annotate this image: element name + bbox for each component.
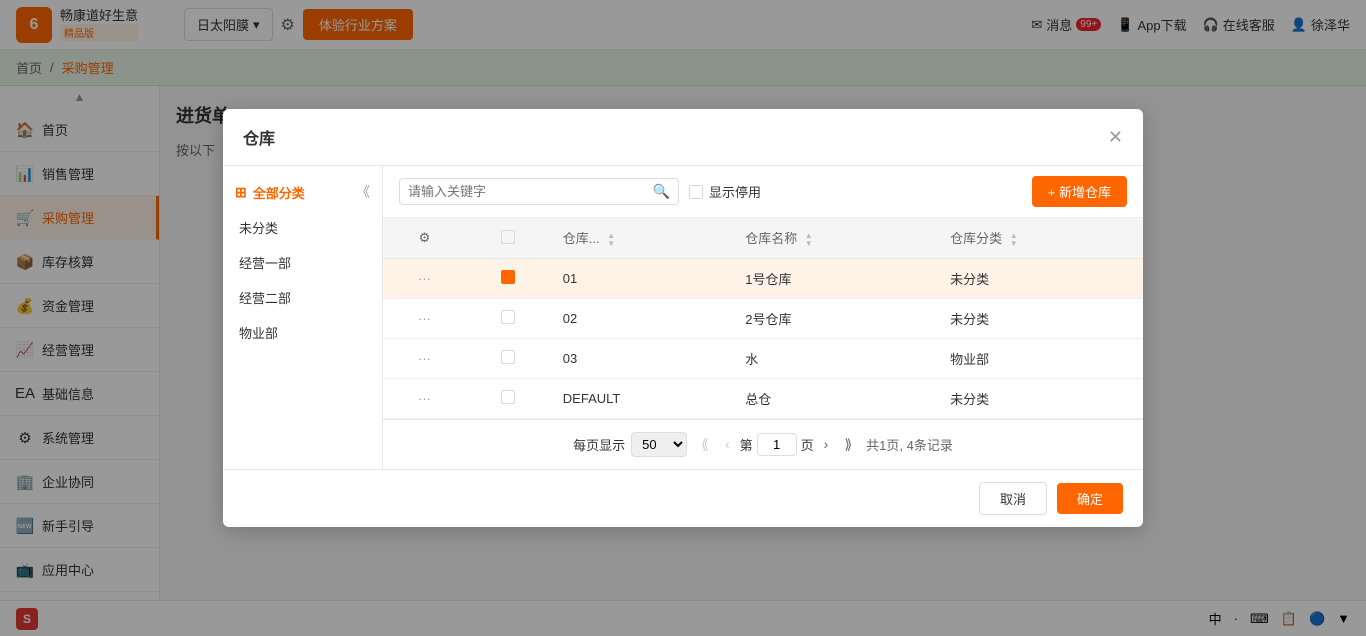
row-category-3: 物业部 xyxy=(938,338,1143,378)
page-summary: 共1页, 4条记录 xyxy=(866,435,953,454)
grid-icon: ⊞ xyxy=(235,184,247,201)
row-check-4[interactable] xyxy=(466,378,551,418)
warehouse-table-wrap: ⚙ 仓库... ▲▼ 仓库名称 ▲▼ xyxy=(383,218,1143,419)
pagination: 每页显示 50 20 100 ⟪ ‹ 第 页 › xyxy=(383,419,1143,469)
modal-close-btn[interactable]: ✕ xyxy=(1108,127,1123,148)
warehouse-modal: 仓库 ✕ ⊞ 全部分类 《 未分类经营一部经营二部物业部 xyxy=(223,109,1143,527)
row-name-4: 总仓 xyxy=(733,378,938,418)
per-page-label: 每页显示 xyxy=(573,435,625,454)
modal-body: ⊞ 全部分类 《 未分类经营一部经营二部物业部 🔍 xyxy=(223,166,1143,469)
last-page-btn[interactable]: ⟫ xyxy=(838,434,858,455)
col-name: 仓库名称 ▲▼ xyxy=(733,218,938,258)
row-category-2: 未分类 xyxy=(938,298,1143,338)
table-row[interactable]: ··· 03 水 物业部 xyxy=(383,338,1143,378)
row-gear-4[interactable]: ··· xyxy=(383,378,466,418)
row-category-1: 未分类 xyxy=(938,258,1143,298)
select-all-checkbox[interactable] xyxy=(501,230,515,244)
row-name-1: 1号仓库 xyxy=(733,258,938,298)
table-row[interactable]: ··· 01 1号仓库 未分类 xyxy=(383,258,1143,298)
show-disabled-text: 显示停用 xyxy=(709,182,761,201)
col-code-label: 仓库... xyxy=(563,231,600,246)
col-code: 仓库... ▲▼ xyxy=(551,218,733,258)
modal-overlay[interactable]: 仓库 ✕ ⊞ 全部分类 《 未分类经营一部经营二部物业部 xyxy=(0,0,1366,636)
sort-code-icon: ▲▼ xyxy=(607,232,615,248)
row-category-4: 未分类 xyxy=(938,378,1143,418)
row-checkbox-1[interactable] xyxy=(501,270,515,284)
col-check xyxy=(466,218,551,258)
table-toolbar: 🔍 显示停用 + 新增仓库 xyxy=(383,166,1143,218)
next-page-btn[interactable]: › xyxy=(818,434,835,454)
table-header-row: ⚙ 仓库... ▲▼ 仓库名称 ▲▼ xyxy=(383,218,1143,258)
per-page-select[interactable]: 50 20 100 xyxy=(631,432,687,457)
row-check-1[interactable] xyxy=(466,258,551,298)
sort-name-icon: ▲▼ xyxy=(805,232,813,248)
row-gear-2[interactable]: ··· xyxy=(383,298,466,338)
category-item-未分类[interactable]: 未分类 xyxy=(223,210,382,245)
warehouse-table-panel: 🔍 显示停用 + 新增仓库 ⚙ xyxy=(383,166,1143,469)
cancel-btn[interactable]: 取消 xyxy=(979,482,1047,515)
category-item-经营二部[interactable]: 经营二部 xyxy=(223,280,382,315)
modal-footer: 取消 确定 xyxy=(223,469,1143,527)
show-disabled-label[interactable]: 显示停用 xyxy=(689,182,761,201)
collapse-left-btn[interactable]: 《 xyxy=(356,182,370,202)
row-check-3[interactable] xyxy=(466,338,551,378)
warehouse-table: ⚙ 仓库... ▲▼ 仓库名称 ▲▼ xyxy=(383,218,1143,419)
all-category-btn[interactable]: ⊞ 全部分类 xyxy=(235,183,305,202)
category-panel: ⊞ 全部分类 《 未分类经营一部经营二部物业部 xyxy=(223,166,383,469)
row-code-4: DEFAULT xyxy=(551,378,733,418)
page-label: 第 xyxy=(740,435,753,454)
confirm-btn[interactable]: 确定 xyxy=(1057,483,1123,514)
modal-header: 仓库 ✕ xyxy=(223,109,1143,166)
category-item-经营一部[interactable]: 经营一部 xyxy=(223,245,382,280)
row-gear-1[interactable]: ··· xyxy=(383,258,466,298)
page-nav: ⟪ ‹ 第 页 › ⟫ xyxy=(695,433,858,456)
col-category: 仓库分类 ▲▼ xyxy=(938,218,1143,258)
table-row[interactable]: ··· 02 2号仓库 未分类 xyxy=(383,298,1143,338)
category-item-物业部[interactable]: 物业部 xyxy=(223,315,382,350)
row-checkbox-2[interactable] xyxy=(501,310,515,324)
page-input[interactable] xyxy=(757,433,797,456)
table-row[interactable]: ··· DEFAULT 总仓 未分类 xyxy=(383,378,1143,418)
settings-icon: ⚙ xyxy=(419,230,431,245)
row-name-2: 2号仓库 xyxy=(733,298,938,338)
row-code-2: 02 xyxy=(551,298,733,338)
row-name-3: 水 xyxy=(733,338,938,378)
row-code-3: 03 xyxy=(551,338,733,378)
category-header: ⊞ 全部分类 《 xyxy=(223,174,382,210)
search-icon[interactable]: 🔍 xyxy=(653,183,670,200)
col-gear: ⚙ xyxy=(383,218,466,258)
all-category-label: 全部分类 xyxy=(253,183,305,202)
prev-page-btn[interactable]: ‹ xyxy=(719,434,736,454)
col-name-label: 仓库名称 xyxy=(745,231,797,246)
row-checkbox-4[interactable] xyxy=(501,390,515,404)
col-category-label: 仓库分类 xyxy=(950,231,1002,246)
modal-title: 仓库 xyxy=(243,125,275,149)
row-check-2[interactable] xyxy=(466,298,551,338)
show-disabled-checkbox[interactable] xyxy=(689,185,703,199)
per-page-selector: 每页显示 50 20 100 xyxy=(573,432,687,457)
first-page-btn[interactable]: ⟪ xyxy=(695,434,715,455)
search-input[interactable] xyxy=(408,184,647,199)
add-warehouse-btn[interactable]: + 新增仓库 xyxy=(1032,176,1127,207)
search-box[interactable]: 🔍 xyxy=(399,178,679,205)
row-checkbox-3[interactable] xyxy=(501,350,515,364)
sort-cat-icon: ▲▼ xyxy=(1010,232,1018,248)
row-gear-3[interactable]: ··· xyxy=(383,338,466,378)
page-unit: 页 xyxy=(801,435,814,454)
row-code-1: 01 xyxy=(551,258,733,298)
